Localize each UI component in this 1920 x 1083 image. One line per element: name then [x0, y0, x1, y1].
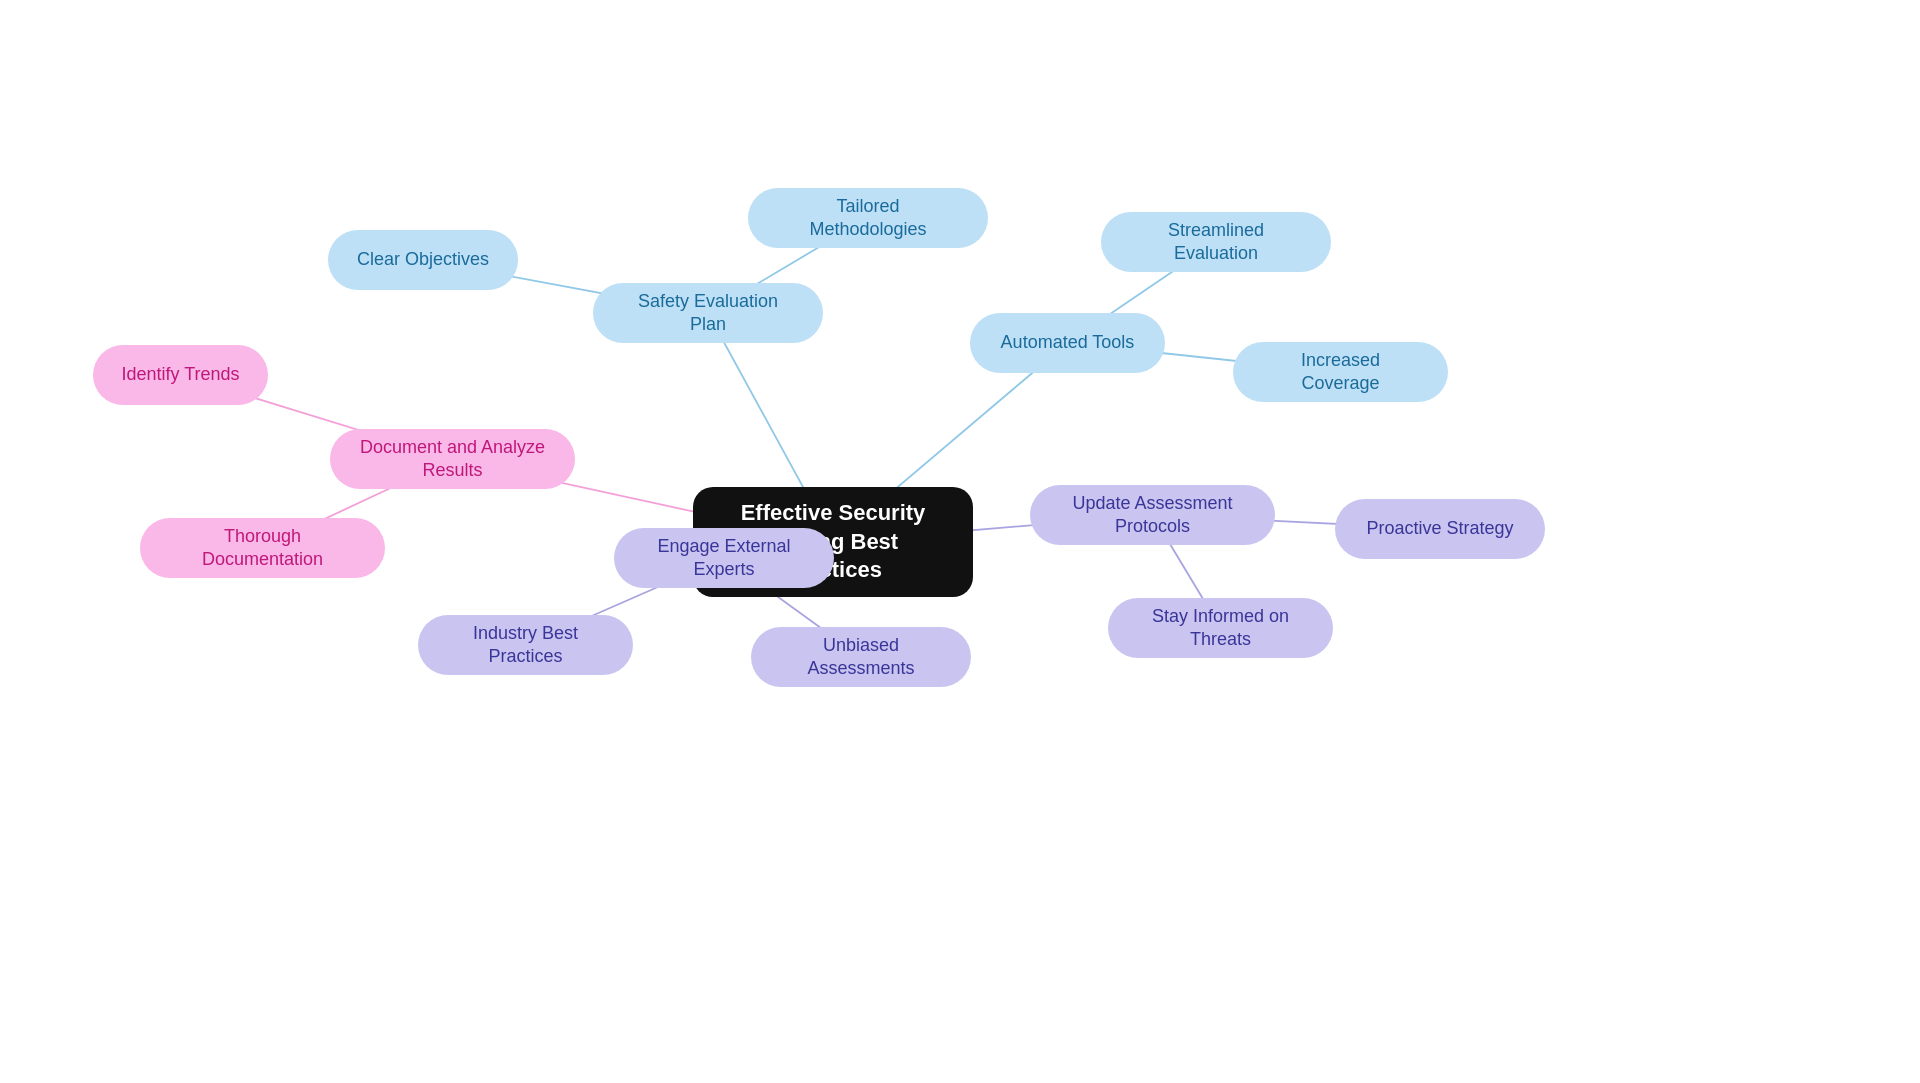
node-safety[interactable]: Safety Evaluation Plan — [593, 283, 823, 343]
node-thorough[interactable]: Thorough Documentation — [140, 518, 385, 578]
node-engage[interactable]: Engage External Experts — [614, 528, 834, 588]
node-update[interactable]: Update Assessment Protocols — [1030, 485, 1275, 545]
node-unbiased[interactable]: Unbiased Assessments — [751, 627, 971, 687]
node-identify[interactable]: Identify Trends — [93, 345, 268, 405]
node-proactive[interactable]: Proactive Strategy — [1335, 499, 1545, 559]
node-streamlined[interactable]: Streamlined Evaluation — [1101, 212, 1331, 272]
node-clear[interactable]: Clear Objectives — [328, 230, 518, 290]
node-informed[interactable]: Stay Informed on Threats — [1108, 598, 1333, 658]
node-industry[interactable]: Industry Best Practices — [418, 615, 633, 675]
node-automated[interactable]: Automated Tools — [970, 313, 1165, 373]
node-increased[interactable]: Increased Coverage — [1233, 342, 1448, 402]
node-tailored[interactable]: Tailored Methodologies — [748, 188, 988, 248]
node-document[interactable]: Document and Analyze Results — [330, 429, 575, 489]
